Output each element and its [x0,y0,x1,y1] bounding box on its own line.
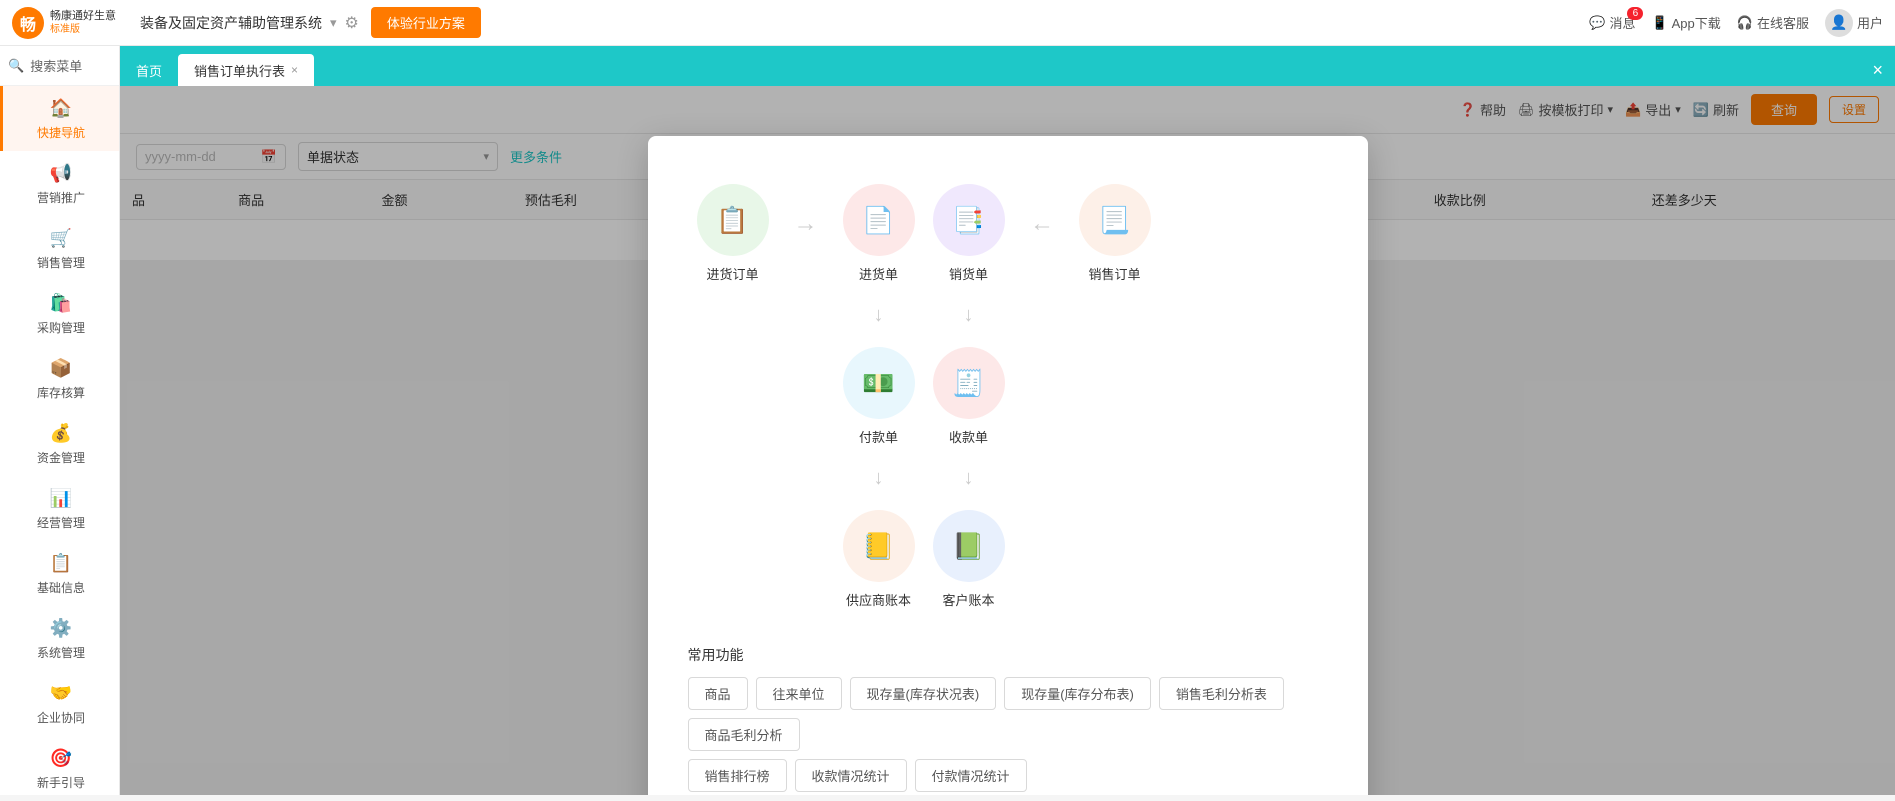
app-download-item[interactable]: 📱 App下载 [1651,13,1720,32]
arrow-pb-down: ↓ [874,305,884,325]
purchase-order-circle: 📋 [697,184,769,256]
online-service-item[interactable]: 🎧 在线客服 [1737,13,1809,32]
header-right: 💬 消息 6 📱 App下载 🎧 在线客服 👤 用户 [1589,9,1883,37]
tab-bar: 首页 销售订单执行表 × × [120,46,1895,86]
search-menu[interactable]: 🔍 搜索菜单 [0,46,119,86]
func-buttons-row1: 商品 往来单位 现存量(库存状况表) 现存量(库存分布表) 销售毛利分析表 商品… [688,677,1328,751]
payment-bill-circle: 💵 [843,347,915,419]
message-item[interactable]: 💬 消息 6 [1589,13,1635,32]
func-btn-receipt-stats[interactable]: 收款情况统计 [795,759,907,792]
flow-node-payment-bill[interactable]: 💵 付款单 [835,331,923,462]
supplier-ledger-circle: 📒 [843,510,915,582]
arrow-po-to-pb: → [794,210,818,258]
top-header: 畅 畅康通好生意 标准版 装备及固定资产辅助管理系统 ▾ ⚙ 体验行业方案 💬 … [0,0,1895,46]
tab-bar-right: × [1872,54,1895,86]
arrow-sb-down: ↓ [964,305,974,325]
message-badge: 6 [1627,7,1643,20]
receipt-bill-circle: 🧾 [933,347,1005,419]
system-icon: ⚙️ [49,616,73,640]
search-icon: 🔍 [8,58,24,74]
customer-ledger-circle: 📗 [933,510,1005,582]
operations-icon: 📊 [49,486,73,510]
sales-order-label: 销售订单 [1088,264,1140,283]
close-all-button[interactable]: × [1872,54,1883,86]
sidebar: 🔍 搜索菜单 🏠 快捷导航 📢 营销推广 🛒 销售管理 🛍️ 采购管理 📦 库存… [0,46,120,795]
user-item[interactable]: 👤 用户 [1825,9,1883,37]
tab-sales-execution[interactable]: 销售订单执行表 × [178,54,314,86]
func-btn-payment-stats[interactable]: 付款情况统计 [915,759,1027,792]
dropdown-icon[interactable]: ▾ [330,15,337,31]
sales-icon: 🛒 [49,226,73,250]
system-title-area: 装备及固定资产辅助管理系统 ▾ ⚙ [140,13,359,33]
func-btn-sales-profit[interactable]: 销售毛利分析表 [1159,677,1284,710]
guide-icon: 🎯 [49,746,73,770]
arrow-pay-down: ↓ [874,468,884,488]
finance-icon: 💰 [49,421,73,445]
avatar: 👤 [1825,9,1853,37]
purchase-bill-circle: 📄 [843,184,915,256]
headset-icon: 🎧 [1737,15,1753,31]
trial-button[interactable]: 体验行业方案 [371,7,481,38]
func-buttons-row2: 销售排行榜 收款情况统计 付款情况统计 [688,759,1328,792]
arrow-so-to-sb: → [1030,210,1054,258]
flow-node-supplier-ledger[interactable]: 📒 供应商账本 [835,494,923,625]
flow-diagram: 📋 进货订单 → 📄 进货单 📑 [688,168,1328,625]
gear-icon[interactable]: ⚙ [345,13,359,33]
sales-bill-circle: 📑 [933,184,1005,256]
receipt-bill-label: 收款单 [949,427,988,446]
func-btn-stock-dist[interactable]: 现存量(库存分布表) [1004,677,1151,710]
customer-ledger-label: 客户账本 [942,590,994,609]
flow-node-receipt-bill[interactable]: 🧾 收款单 [925,331,1013,462]
sidebar-item-basic-info[interactable]: 📋 基础信息 [0,541,119,606]
cooperation-icon: 🤝 [49,681,73,705]
sidebar-item-system[interactable]: ⚙️ 系统管理 [0,606,119,671]
sidebar-item-cooperation[interactable]: 🤝 企业协同 [0,671,119,736]
sales-bill-label: 销货单 [949,264,988,283]
purchase-order-label: 进货订单 [706,264,758,283]
sidebar-item-marketing[interactable]: 📢 营销推广 [0,151,119,216]
content-area: 首页 销售订单执行表 × × ❓ 帮助 🖨 按模板打印 ▾ [120,46,1895,795]
tab-close-button[interactable]: × [291,63,298,77]
func-btn-product[interactable]: 商品 [688,677,748,710]
sidebar-item-operations[interactable]: 📊 经营管理 [0,476,119,541]
common-functions-title: 常用功能 [688,645,1328,665]
func-btn-sales-rank[interactable]: 销售排行榜 [688,759,787,792]
purchase-bill-label: 进货单 [859,264,898,283]
func-btn-stock-status[interactable]: 现存量(库存状况表) [850,677,997,710]
quick-nav-icon: 🏠 [49,96,73,120]
supplier-ledger-label: 供应商账本 [846,590,911,609]
sidebar-item-sales[interactable]: 🛒 销售管理 [0,216,119,281]
basic-info-icon: 📋 [49,551,73,575]
main-layout: 🔍 搜索菜单 🏠 快捷导航 📢 营销推广 🛒 销售管理 🛍️ 采购管理 📦 库存… [0,46,1895,795]
inventory-icon: 📦 [49,356,73,380]
sidebar-item-quick-nav[interactable]: 🏠 快捷导航 [0,86,119,151]
sidebar-item-purchase[interactable]: 🛍️ 采购管理 [0,281,119,346]
sales-order-circle: 📃 [1079,184,1151,256]
phone-icon: 📱 [1651,15,1667,31]
message-icon: 💬 [1589,15,1605,31]
page-content: ❓ 帮助 🖨 按模板打印 ▾ 📤 导出 ▾ 🔄 刷新 查询 [120,86,1895,795]
flow-node-customer-ledger[interactable]: 📗 客户账本 [925,494,1013,625]
sidebar-item-inventory[interactable]: 📦 库存核算 [0,346,119,411]
sidebar-item-finance[interactable]: 💰 资金管理 [0,411,119,476]
common-functions: 常用功能 商品 往来单位 现存量(库存状况表) 现存量(库存分布表) 销售毛利分… [688,645,1328,792]
purchase-icon: 🛍️ [49,291,73,315]
sidebar-item-guide[interactable]: 🎯 新手引导 [0,736,119,801]
tab-home[interactable]: 首页 [120,54,178,86]
logo-icon: 畅 [12,7,44,39]
arrow-rec-down: ↓ [964,468,974,488]
flow-node-purchase-bill[interactable]: 📄 进货单 [835,168,923,299]
payment-bill-label: 付款单 [859,427,898,446]
marketing-icon: 📢 [49,161,73,185]
system-title: 装备及固定资产辅助管理系统 [140,13,322,33]
logo-area: 畅 畅康通好生意 标准版 [12,7,132,39]
logo-text: 畅康通好生意 标准版 [50,9,116,36]
popup: 📋 进货订单 → 📄 进货单 📑 [648,136,1368,795]
func-btn-product-profit[interactable]: 商品毛利分析 [688,718,800,751]
func-btn-partner[interactable]: 往来单位 [756,677,842,710]
flow-node-sales-order[interactable]: 📃 销售订单 [1071,168,1159,299]
flow-node-purchase-order[interactable]: 📋 进货订单 [689,168,777,299]
flow-node-sales-bill[interactable]: 📑 销货单 [925,168,1013,299]
